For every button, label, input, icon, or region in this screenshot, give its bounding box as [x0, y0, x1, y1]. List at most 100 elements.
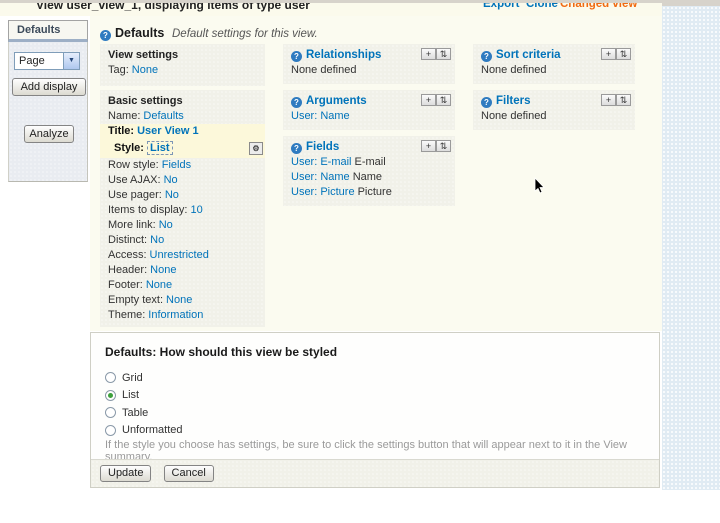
style-options: Grid List Table Unformatted	[105, 369, 183, 439]
changed-view-badge: Changed view	[560, 3, 637, 10]
fields-title-link[interactable]: ?Fields	[291, 141, 339, 153]
setting-row-row-style: Row style:Fields	[108, 158, 257, 173]
setting-row-theme: Theme:Information	[108, 308, 257, 323]
relationships-box: +⇅ ?Relationships None defined	[283, 44, 455, 84]
cancel-button[interactable]: Cancel	[164, 465, 214, 482]
page-background-texture	[662, 6, 720, 490]
setting-row-footer: Footer:None	[108, 278, 257, 293]
style-value-link[interactable]: List	[147, 141, 173, 155]
row-style-value-link[interactable]: Fields	[162, 159, 191, 171]
field-name-link[interactable]: User: Name	[291, 171, 350, 183]
rearrange-fields-button[interactable]: ⇅	[436, 140, 451, 152]
arguments-title-link[interactable]: ?Arguments	[291, 95, 367, 107]
rearrange-arguments-button[interactable]: ⇅	[436, 94, 451, 106]
view-settings-box: View settings Tag:None	[100, 44, 265, 86]
more-link-value-link[interactable]: No	[159, 219, 173, 231]
argument-user-name-link[interactable]: User: Name	[291, 110, 350, 122]
setting-row-access: Access:Unrestricted	[108, 248, 257, 263]
help-icon: ?	[291, 97, 302, 108]
ajax-value-link[interactable]: No	[164, 174, 178, 186]
style-settings-gear-icon[interactable]: ⚙	[249, 142, 263, 155]
setting-row-empty-text: Empty text:None	[108, 293, 257, 308]
analyze-button[interactable]: Analyze	[24, 125, 74, 143]
help-icon[interactable]: ?	[100, 30, 111, 41]
distinct-value-link[interactable]: No	[150, 234, 164, 246]
title-value-link[interactable]: User View 1	[137, 125, 199, 137]
add-display-button[interactable]: Add display	[12, 78, 86, 96]
pager-value-link[interactable]: No	[165, 189, 179, 201]
radio-option-list[interactable]: List	[105, 387, 183, 405]
rearrange-sorts-button[interactable]: ⇅	[616, 48, 631, 60]
field-item-email: User: E-mailE-mail	[291, 155, 447, 170]
setting-row-style: Style:List ⚙	[100, 140, 265, 158]
filters-title-link[interactable]: ?Filters	[481, 95, 531, 107]
sort-criteria-title-link[interactable]: ?Sort criteria	[481, 49, 561, 61]
add-filter-button[interactable]: +	[601, 94, 616, 106]
radio-option-grid[interactable]: Grid	[105, 369, 183, 387]
setting-row-items: Items to display:10	[108, 203, 257, 218]
radio-label: List	[122, 389, 139, 401]
view-settings-title: View settings	[108, 48, 257, 63]
export-link[interactable]: Export	[483, 3, 519, 10]
help-icon: ?	[291, 51, 302, 62]
overview-title: ?Defaults	[100, 26, 164, 41]
basic-settings-box: Basic settings Name:Defaults Title:User …	[100, 90, 265, 327]
rearrange-relationships-button[interactable]: ⇅	[436, 48, 451, 60]
sort-criteria-empty: None defined	[481, 63, 627, 78]
items-value-link[interactable]: 10	[190, 204, 202, 216]
display-type-select[interactable]: Page ▼	[14, 52, 80, 70]
update-button[interactable]: Update	[100, 465, 151, 482]
setting-row-more-link: More link:No	[108, 218, 257, 233]
add-argument-button[interactable]: +	[421, 94, 436, 106]
radio-option-table[interactable]: Table	[105, 404, 183, 422]
style-settings-panel: Defaults: How should this view be styled…	[90, 332, 660, 488]
footer-value-link[interactable]: None	[146, 279, 172, 291]
basic-settings-title: Basic settings	[108, 94, 257, 109]
field-email-link[interactable]: User: E-mail	[291, 156, 352, 168]
field-item-name: User: NameName	[291, 170, 447, 185]
help-icon: ?	[481, 51, 492, 62]
page-title: View user_view_1, displaying items of ty…	[36, 3, 310, 12]
tab-defaults[interactable]: Defaults	[8, 20, 88, 42]
field-item-picture: User: PicturePicture	[291, 185, 447, 200]
setting-row-distinct: Distinct:No	[108, 233, 257, 248]
help-icon: ?	[481, 97, 492, 108]
radio-option-unformatted[interactable]: Unformatted	[105, 422, 183, 440]
header-value-link[interactable]: None	[150, 264, 176, 276]
fields-box: +⇅ ?Fields User: E-mailE-mail User: Name…	[283, 136, 455, 206]
filters-box: +⇅ ?Filters None defined	[473, 90, 635, 130]
radio-icon[interactable]	[105, 390, 116, 401]
tag-value-link[interactable]: None	[132, 64, 158, 76]
arguments-box: +⇅ ?Arguments User: Name	[283, 90, 455, 130]
empty-text-value-link[interactable]: None	[166, 294, 192, 306]
access-value-link[interactable]: Unrestricted	[150, 249, 209, 261]
rearrange-filters-button[interactable]: ⇅	[616, 94, 631, 106]
setting-row-header: Header:None	[108, 263, 257, 278]
filters-empty: None defined	[481, 109, 627, 124]
setting-row-name: Name:Defaults	[108, 109, 257, 124]
radio-label: Grid	[122, 372, 143, 384]
radio-icon[interactable]	[105, 372, 116, 383]
radio-icon[interactable]	[105, 407, 116, 418]
name-value-link[interactable]: Defaults	[143, 110, 183, 122]
clone-link[interactable]: Clone	[526, 3, 558, 10]
add-relationship-button[interactable]: +	[421, 48, 436, 60]
view-header-strip: View user_view_1, displaying items of ty…	[0, 3, 662, 16]
sort-criteria-box: +⇅ ?Sort criteria None defined	[473, 44, 635, 84]
add-sort-button[interactable]: +	[601, 48, 616, 60]
setting-row-pager: Use pager:No	[108, 188, 257, 203]
relationships-title-link[interactable]: ?Relationships	[291, 49, 381, 61]
form-actions: Update Cancel	[91, 459, 659, 487]
display-type-value: Page	[19, 55, 45, 67]
setting-row-ajax: Use AJAX:No	[108, 173, 257, 188]
relationships-empty: None defined	[291, 63, 447, 78]
setting-row-title: Title:User View 1	[100, 124, 265, 140]
tab-defaults-label: Defaults	[17, 24, 60, 36]
theme-value-link[interactable]: Information	[148, 309, 203, 321]
field-picture-link[interactable]: User: Picture	[291, 186, 355, 198]
display-sidebar: Page ▼ Add display Analyze	[8, 42, 88, 182]
add-field-button[interactable]: +	[421, 140, 436, 152]
radio-label: Unformatted	[122, 424, 183, 436]
radio-icon[interactable]	[105, 425, 116, 436]
style-form-title: Defaults: How should this view be styled	[105, 345, 337, 359]
